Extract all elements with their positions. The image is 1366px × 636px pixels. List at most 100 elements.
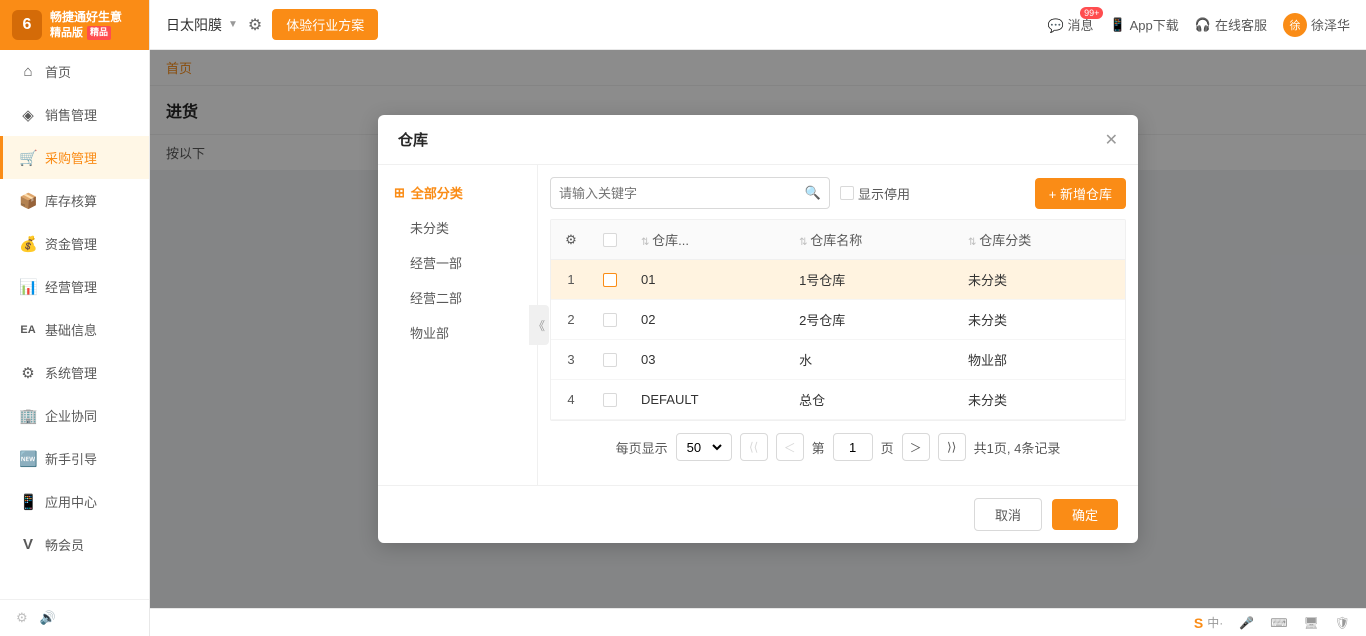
row-name: 1号仓库	[787, 260, 956, 300]
table-row[interactable]: 1 01 1号仓库 未分类	[551, 260, 1125, 300]
status-item-3: ⌨	[1270, 616, 1287, 630]
sort-name-icon: ⇅	[799, 237, 810, 248]
search-icon[interactable]: 🔍	[805, 185, 821, 201]
sidebar-item-system[interactable]: ⚙ 系统管理	[0, 351, 149, 394]
show-disabled-checkbox[interactable]	[840, 186, 854, 200]
add-warehouse-button[interactable]: + 新增仓库	[1035, 178, 1126, 209]
first-page-button[interactable]: ⟨⟨	[740, 433, 768, 461]
category-item-ops2[interactable]: 经营二部	[378, 280, 537, 315]
confirm-button[interactable]: 确定	[1052, 499, 1118, 530]
row-name: 2号仓库	[787, 300, 956, 340]
header-left: 日太阳膜 ▼ ⚙ 体验行业方案	[166, 9, 378, 40]
th-checkbox	[591, 220, 629, 260]
sidebar-item-operation[interactable]: 📊 经营管理	[0, 265, 149, 308]
row-checkbox[interactable]	[603, 313, 617, 327]
row-checkbox-cell	[591, 260, 629, 300]
table-row[interactable]: 3 03 水 物业部	[551, 340, 1125, 380]
sidebar-bottom: ⚙ 🔊	[0, 599, 149, 636]
status-item-2: 🎤	[1239, 616, 1254, 630]
user-avatar-icon: 徐	[1283, 13, 1307, 37]
row-name: 水	[787, 340, 956, 380]
gear-icon: ⚙	[565, 232, 577, 247]
prev-page-button[interactable]: ＜	[776, 433, 804, 461]
row-num: 3	[551, 340, 591, 380]
th-code: ⇅ 仓库...	[629, 220, 787, 260]
purchase-icon: 🛒	[19, 149, 37, 167]
sidebar-item-purchase[interactable]: 🛒 采购管理	[0, 136, 149, 179]
table-row[interactable]: 2 02 2号仓库 未分类	[551, 300, 1125, 340]
row-checkbox[interactable]	[603, 273, 617, 287]
logo-text: 畅捷通好生意 精品版 精品	[50, 10, 122, 40]
mic-icon: 🎤	[1239, 616, 1254, 630]
sidebar-item-enterprise[interactable]: 🏢 企业协同	[0, 394, 149, 437]
status-item-5: 🛡	[1335, 616, 1350, 630]
status-bar: S 中· 🎤 ⌨ 🖥 🛡	[150, 608, 1366, 636]
sidebar-item-sales[interactable]: ◈ 销售管理	[0, 93, 149, 136]
sort-code-icon: ⇅	[641, 237, 652, 248]
finance-icon: 💰	[19, 235, 37, 253]
per-page-select[interactable]: 50 20 100	[676, 433, 732, 461]
table-row[interactable]: 4 DEFAULT 总仓 未分类	[551, 380, 1125, 420]
row-checkbox[interactable]	[603, 393, 617, 407]
toolbar: 🔍 显示停用 + 新增仓库	[550, 177, 1126, 209]
search-input[interactable]	[559, 186, 805, 201]
warehouse-table: ⚙ ⇅ 仓库...	[550, 219, 1126, 421]
row-checkbox[interactable]	[603, 353, 617, 367]
store-arrow-icon: ▼	[228, 19, 238, 30]
page-number-input[interactable]	[833, 433, 873, 461]
show-disabled-toggle[interactable]: 显示停用	[840, 184, 910, 203]
shield-icon: 🛡	[1335, 616, 1350, 630]
category-item-ops1[interactable]: 经营一部	[378, 245, 537, 280]
keyboard-icon: ⌨	[1270, 616, 1287, 630]
cancel-button[interactable]: 取消	[974, 498, 1042, 531]
sidebar-item-finance[interactable]: 💰 资金管理	[0, 222, 149, 265]
dialog-close-button[interactable]: ✕	[1105, 130, 1118, 150]
header-gear-icon[interactable]: ⚙	[248, 15, 262, 35]
row-category: 未分类	[956, 300, 1125, 340]
next-page-button[interactable]: ＞	[902, 433, 930, 461]
monitor-icon: 🖥	[1304, 616, 1319, 630]
th-category: ⇅ 仓库分类	[956, 220, 1125, 260]
sidebar-item-apps[interactable]: 📱 应用中心	[0, 480, 149, 523]
inventory-icon: 📦	[19, 192, 37, 210]
app-download[interactable]: 📱 App下载	[1109, 15, 1178, 34]
online-service[interactable]: 🎧 在线客服	[1195, 15, 1267, 34]
dialog-body: ⊞ 全部分类 未分类 经营一部 经营二部 物业部	[378, 165, 1138, 485]
sidebar-item-home[interactable]: ⌂ 首页	[0, 50, 149, 93]
dialog-footer: 取消 确定	[378, 485, 1138, 543]
member-icon: V	[19, 536, 37, 553]
last-page-button[interactable]: ⟩⟩	[938, 433, 966, 461]
dialog-header: 仓库 ✕	[378, 115, 1138, 165]
all-category-item[interactable]: ⊞ 全部分类	[378, 175, 537, 210]
category-item-uncategorized[interactable]: 未分类	[378, 210, 537, 245]
table-header-row: ⚙ ⇅ 仓库...	[551, 220, 1125, 260]
sidebar-item-guide[interactable]: 🆕 新手引导	[0, 437, 149, 480]
table-panel: 🔍 显示停用 + 新增仓库	[538, 165, 1138, 485]
settings-icon[interactable]: ⚙	[16, 610, 28, 626]
modal-overlay: 仓库 ✕ ⊞ 全部分类 未分类 经营一	[150, 50, 1366, 608]
sidebar-logo: 6 畅捷通好生意 精品版 精品	[0, 0, 149, 50]
row-num: 2	[551, 300, 591, 340]
speaker-icon[interactable]: 🔊	[40, 610, 56, 626]
dialog-title: 仓库	[398, 129, 428, 150]
row-num: 1	[551, 260, 591, 300]
select-all-checkbox[interactable]	[603, 233, 617, 247]
category-item-property[interactable]: 物业部	[378, 315, 537, 350]
sidebar-nav: ⌂ 首页 ◈ 销售管理 🛒 采购管理 📦 库存核算 💰 资金管理 📊 经营管理 …	[0, 50, 149, 599]
store-selector[interactable]: 日太阳膜 ▼	[166, 15, 238, 35]
trial-button[interactable]: 体验行业方案	[272, 9, 378, 40]
sidebar-item-member[interactable]: V 畅会员	[0, 523, 149, 566]
phone-icon: 📱	[1109, 17, 1125, 33]
logo-icon: 6	[12, 10, 42, 40]
status-item-4: 🖥	[1304, 616, 1319, 630]
sidebar-item-basic[interactable]: EA 基础信息	[0, 308, 149, 351]
row-category: 未分类	[956, 380, 1125, 420]
message-badge[interactable]: 💬 消息 99+	[1048, 15, 1094, 34]
sidebar-item-inventory[interactable]: 📦 库存核算	[0, 179, 149, 222]
header-right: 💬 消息 99+ 📱 App下载 🎧 在线客服 徐 徐泽华	[1048, 13, 1350, 37]
row-checkbox-cell	[591, 300, 629, 340]
per-page-dropdown[interactable]: 50 20 100	[683, 439, 725, 456]
row-code: DEFAULT	[629, 380, 787, 420]
panel-collapse-button[interactable]: 《	[529, 305, 549, 345]
user-menu[interactable]: 徐 徐泽华	[1283, 13, 1350, 37]
